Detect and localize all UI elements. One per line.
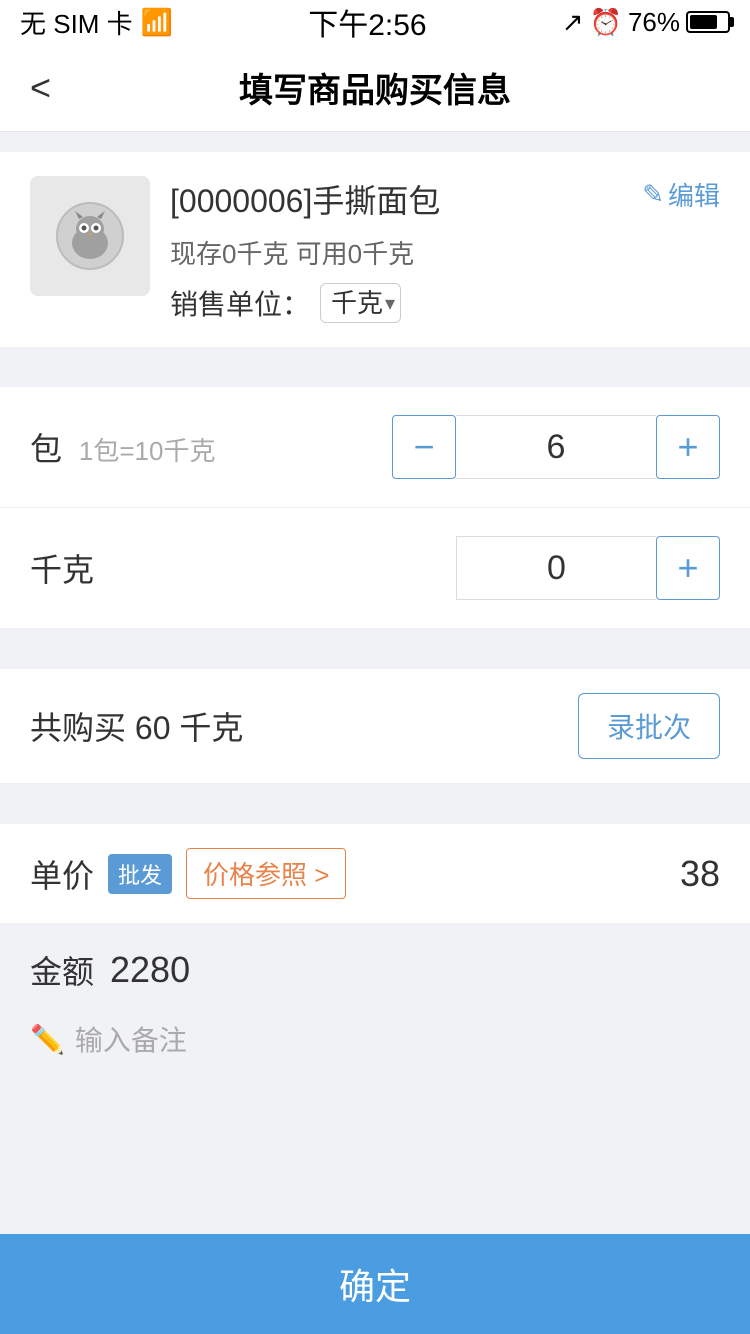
- product-image: [30, 176, 150, 296]
- unit-select-wrapper[interactable]: 千克: [320, 283, 401, 323]
- main-content: [0000006]手撕面包 ✎ 编辑 现存0千克 可用0千克 销售单位： 千克: [0, 152, 750, 1199]
- edit-icon: ✎: [642, 179, 664, 210]
- product-info: [0000006]手撕面包 ✎ 编辑 现存0千克 可用0千克 销售单位： 千克: [170, 176, 720, 323]
- battery-icon: [686, 11, 730, 33]
- package-plus-button[interactable]: +: [656, 415, 720, 479]
- divider-1: [0, 347, 750, 367]
- product-logo: [50, 196, 130, 276]
- pencil-icon: ✏️: [30, 1023, 65, 1056]
- product-card: [0000006]手撕面包 ✎ 编辑 现存0千克 可用0千克 销售单位： 千克: [0, 152, 750, 347]
- edit-button[interactable]: ✎ 编辑: [642, 176, 720, 213]
- alarm-icon: ⏰: [590, 7, 622, 38]
- kilogram-label: 千克: [30, 545, 94, 591]
- wifi-icon: 📶: [141, 7, 173, 38]
- unit-label: 销售单位：: [170, 283, 310, 323]
- unit-select[interactable]: 千克: [320, 283, 401, 323]
- status-time: 下午2:56: [308, 0, 426, 44]
- divider-2: [0, 629, 750, 649]
- quantity-section: 包 1包=10千克 − + 千克 +: [0, 387, 750, 629]
- carrier-text: 无 SIM 卡: [20, 4, 133, 41]
- status-bar: 无 SIM 卡 📶 下午2:56 ↗ ⏰ 76%: [0, 0, 750, 44]
- remark-placeholder[interactable]: 输入备注: [75, 1019, 187, 1059]
- kilogram-plus-button[interactable]: +: [656, 536, 720, 600]
- price-row: 单价 批发 价格参照 > 38: [30, 848, 720, 899]
- price-section: 单价 批发 价格参照 > 38: [0, 824, 750, 923]
- product-unit-row: 销售单位： 千克: [170, 283, 720, 323]
- status-right: ↗ ⏰ 76%: [562, 7, 730, 38]
- battery-percent: 76%: [628, 7, 680, 38]
- package-quantity-input[interactable]: [456, 415, 656, 479]
- amount-label: 金额: [30, 947, 94, 993]
- product-name: [0000006]手撕面包: [170, 176, 440, 222]
- total-text: 共购买 60 千克: [30, 703, 243, 749]
- kilogram-quantity-input[interactable]: [456, 536, 656, 600]
- package-minus-button[interactable]: −: [392, 415, 456, 479]
- divider-3: [0, 784, 750, 804]
- package-row: 包 1包=10千克 − +: [0, 387, 750, 508]
- package-label: 包: [30, 431, 62, 467]
- remark-row[interactable]: ✏️ 输入备注: [30, 1009, 720, 1069]
- price-value: 38: [680, 853, 720, 895]
- package-label-group: 包 1包=10千克: [30, 424, 215, 470]
- kilogram-quantity-control: +: [456, 536, 720, 600]
- package-hint: 1包=10千克: [79, 436, 216, 466]
- back-button[interactable]: <: [20, 57, 61, 119]
- amount-section: 金额 2280 ✏️ 输入备注: [0, 923, 750, 1079]
- location-icon: ↗: [562, 7, 584, 38]
- kilogram-row: 千克 +: [0, 508, 750, 629]
- total-section: 共购买 60 千克 录批次: [0, 669, 750, 784]
- batch-button[interactable]: 录批次: [578, 693, 720, 759]
- price-ref-button[interactable]: 价格参照 >: [186, 848, 346, 899]
- package-quantity-control: − +: [392, 415, 720, 479]
- amount-row: 金额 2280: [30, 947, 720, 993]
- product-top-row: [0000006]手撕面包 ✎ 编辑: [170, 176, 720, 234]
- status-left: 无 SIM 卡 📶: [20, 4, 173, 41]
- product-stock: 现存0千克 可用0千克: [170, 234, 720, 271]
- price-type-badge: 批发: [108, 854, 172, 894]
- amount-value: 2280: [110, 949, 190, 991]
- confirm-button[interactable]: 确定: [0, 1234, 750, 1334]
- nav-bar: < 填写商品购买信息: [0, 44, 750, 132]
- page-title: 填写商品购买信息: [239, 63, 511, 112]
- price-label: 单价: [30, 851, 94, 897]
